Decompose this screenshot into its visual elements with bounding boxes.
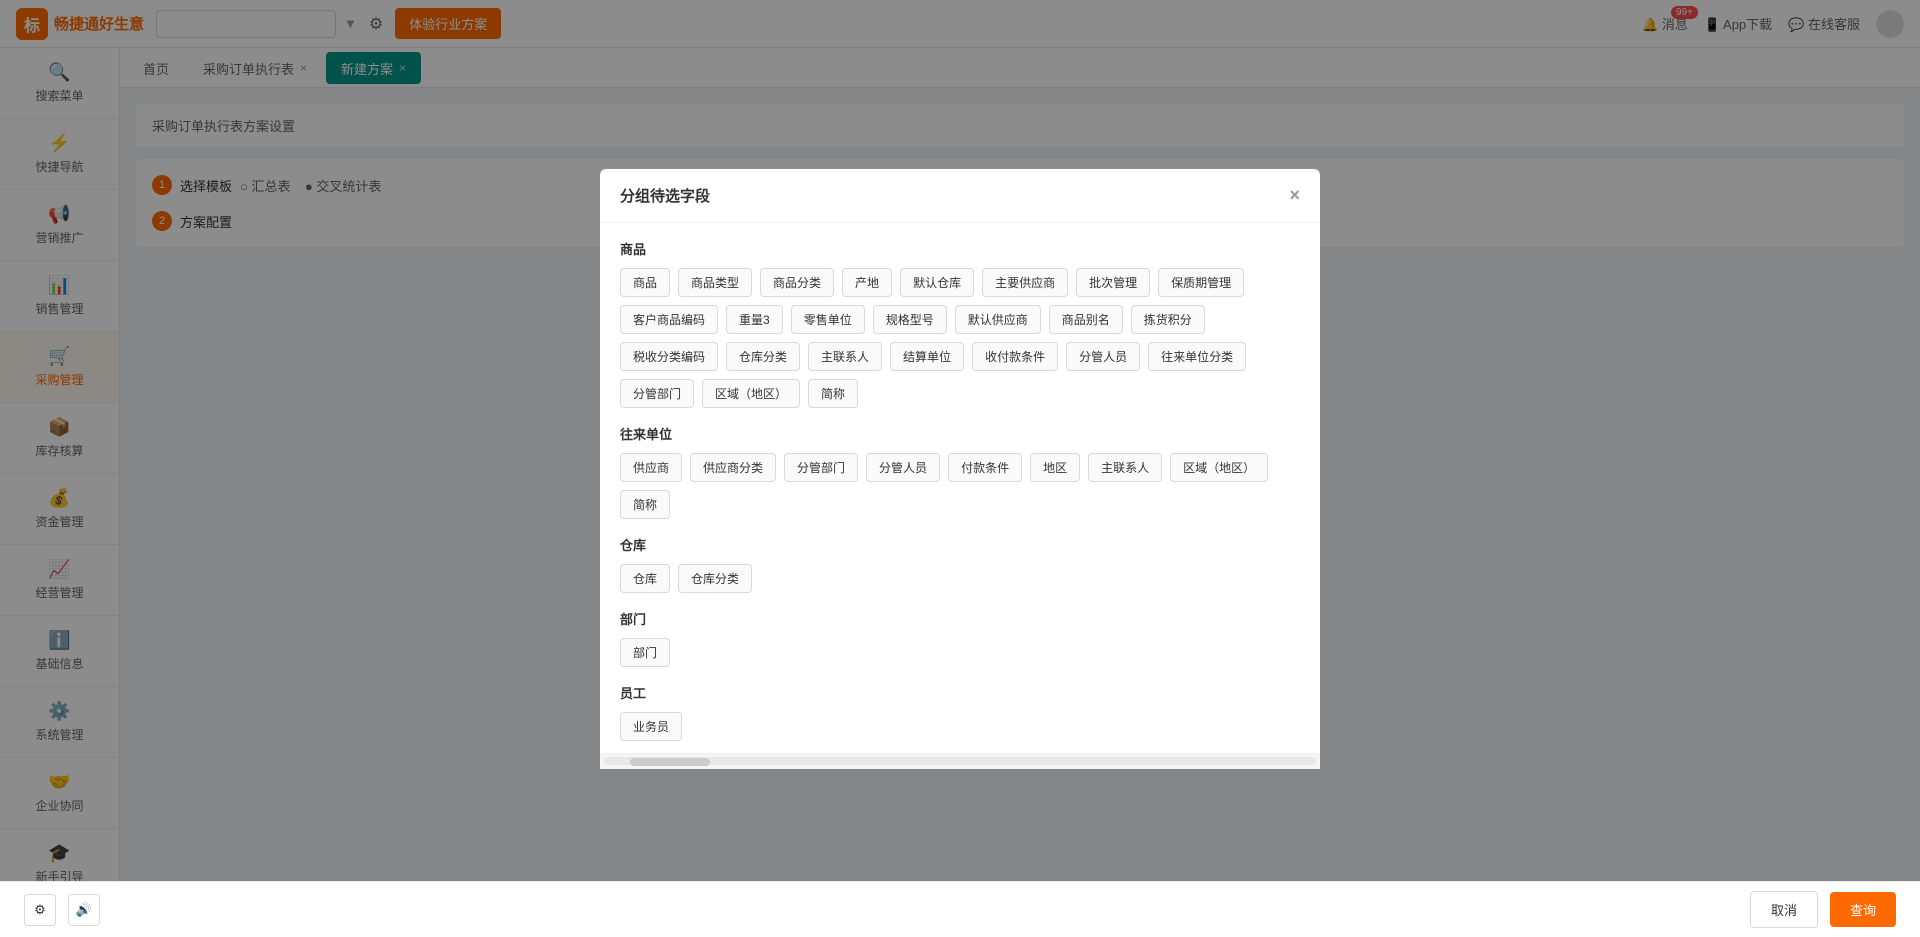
bottom-actions: ⚙ 🔊 取消 查询 bbox=[0, 881, 1920, 937]
section-partners-title: 往来单位 bbox=[620, 424, 1300, 443]
modal-close-btn[interactable]: × bbox=[1289, 185, 1300, 206]
field-tag-batch-mgmt[interactable]: 批次管理 bbox=[1076, 268, 1150, 297]
field-tag-main-supplier[interactable]: 主要供应商 bbox=[982, 268, 1068, 297]
section-warehouse-fields: 仓库 仓库分类 bbox=[620, 564, 1300, 593]
field-tag-region-product[interactable]: 区域（地区） bbox=[702, 379, 800, 408]
field-tag-short-name-partner[interactable]: 简称 bbox=[620, 490, 670, 519]
section-employee: 员工 业务员 bbox=[620, 683, 1300, 741]
field-tag-origin[interactable]: 产地 bbox=[842, 268, 892, 297]
section-partners-fields: 供应商 供应商分类 分管部门 分管人员 付款条件 地区 主联系人 区域（地区） … bbox=[620, 453, 1300, 519]
section-employee-fields: 业务员 bbox=[620, 712, 1300, 741]
field-tag-mgmt-dept[interactable]: 分管部门 bbox=[620, 379, 694, 408]
field-tag-product-alias[interactable]: 商品别名 bbox=[1049, 305, 1123, 334]
field-tag-default-supplier[interactable]: 默认供应商 bbox=[955, 305, 1041, 334]
field-tag-tax-code[interactable]: 税收分类编码 bbox=[620, 342, 718, 371]
field-tag-expiry-mgmt[interactable]: 保质期管理 bbox=[1158, 268, 1244, 297]
gear-icon: ⚙ bbox=[34, 902, 46, 918]
field-tag-partner-category[interactable]: 往来单位分类 bbox=[1148, 342, 1246, 371]
field-tag-supplier[interactable]: 供应商 bbox=[620, 453, 682, 482]
section-employee-title: 员工 bbox=[620, 683, 1300, 702]
audio-icon: 🔊 bbox=[76, 902, 92, 918]
field-tag-retail-unit[interactable]: 零售单位 bbox=[791, 305, 865, 334]
field-tag-customer-code[interactable]: 客户商品编码 bbox=[620, 305, 718, 334]
field-tag-region-partner[interactable]: 地区 bbox=[1030, 453, 1080, 482]
modal-scrollbar[interactable] bbox=[600, 753, 1320, 769]
field-tag-settlement-unit[interactable]: 结算单位 bbox=[890, 342, 964, 371]
section-partners: 往来单位 供应商 供应商分类 分管部门 分管人员 付款条件 地区 主联系人 区域… bbox=[620, 424, 1300, 519]
field-tag-payment-terms[interactable]: 收付款条件 bbox=[972, 342, 1058, 371]
modal-title: 分组待选字段 bbox=[620, 185, 710, 206]
field-tag-warehouse[interactable]: 仓库 bbox=[620, 564, 670, 593]
section-products-fields: 商品 商品类型 商品分类 产地 默认仓库 主要供应商 批次管理 保质期管理 客户… bbox=[620, 268, 1300, 408]
field-tag-mgmt-dept-partner[interactable]: 分管部门 bbox=[784, 453, 858, 482]
field-tag-main-contact[interactable]: 主联系人 bbox=[808, 342, 882, 371]
section-products: 商品 商品 商品类型 商品分类 产地 默认仓库 主要供应商 批次管理 保质期管理… bbox=[620, 239, 1300, 408]
scrollbar-track bbox=[604, 757, 1316, 765]
modal-body: 商品 商品 商品类型 商品分类 产地 默认仓库 主要供应商 批次管理 保质期管理… bbox=[600, 223, 1320, 753]
field-tag-product-category[interactable]: 商品分类 bbox=[760, 268, 834, 297]
field-tag-region-area-partner[interactable]: 区域（地区） bbox=[1170, 453, 1268, 482]
field-tag-main-contact-partner[interactable]: 主联系人 bbox=[1088, 453, 1162, 482]
bottom-left: ⚙ 🔊 bbox=[24, 894, 1738, 926]
settings-btn[interactable]: ⚙ bbox=[24, 894, 56, 926]
section-department-title: 部门 bbox=[620, 609, 1300, 628]
modal-overlay: 分组待选字段 × 商品 商品 商品类型 商品分类 产地 默认仓库 主要供应商 批… bbox=[0, 0, 1920, 937]
field-tag-pick-points[interactable]: 拣货积分 bbox=[1131, 305, 1205, 334]
audio-btn[interactable]: 🔊 bbox=[68, 894, 100, 926]
field-tag-salesperson[interactable]: 业务员 bbox=[620, 712, 682, 741]
section-department-fields: 部门 bbox=[620, 638, 1300, 667]
field-tag-product[interactable]: 商品 bbox=[620, 268, 670, 297]
confirm-button[interactable]: 查询 bbox=[1830, 892, 1896, 927]
field-tag-supplier-category[interactable]: 供应商分类 bbox=[690, 453, 776, 482]
modal-header: 分组待选字段 × bbox=[600, 169, 1320, 223]
field-tag-short-name-product[interactable]: 简称 bbox=[808, 379, 858, 408]
modal-field-selector: 分组待选字段 × 商品 商品 商品类型 商品分类 产地 默认仓库 主要供应商 批… bbox=[600, 169, 1320, 769]
cancel-button[interactable]: 取消 bbox=[1750, 891, 1818, 928]
section-warehouse: 仓库 仓库 仓库分类 bbox=[620, 535, 1300, 593]
field-tag-payment-cond-partner[interactable]: 付款条件 bbox=[948, 453, 1022, 482]
field-tag-default-warehouse[interactable]: 默认仓库 bbox=[900, 268, 974, 297]
field-tag-mgmt-person-partner[interactable]: 分管人员 bbox=[866, 453, 940, 482]
field-tag-weight3[interactable]: 重量3 bbox=[726, 305, 783, 334]
field-tag-spec-model[interactable]: 规格型号 bbox=[873, 305, 947, 334]
field-tag-warehouse-cat[interactable]: 仓库分类 bbox=[678, 564, 752, 593]
field-tag-dept-manager[interactable]: 分管人员 bbox=[1066, 342, 1140, 371]
field-tag-department[interactable]: 部门 bbox=[620, 638, 670, 667]
scrollbar-thumb[interactable] bbox=[630, 758, 710, 766]
field-tag-warehouse-category[interactable]: 仓库分类 bbox=[726, 342, 800, 371]
section-products-title: 商品 bbox=[620, 239, 1300, 258]
field-tag-product-type[interactable]: 商品类型 bbox=[678, 268, 752, 297]
section-department: 部门 部门 bbox=[620, 609, 1300, 667]
section-warehouse-title: 仓库 bbox=[620, 535, 1300, 554]
